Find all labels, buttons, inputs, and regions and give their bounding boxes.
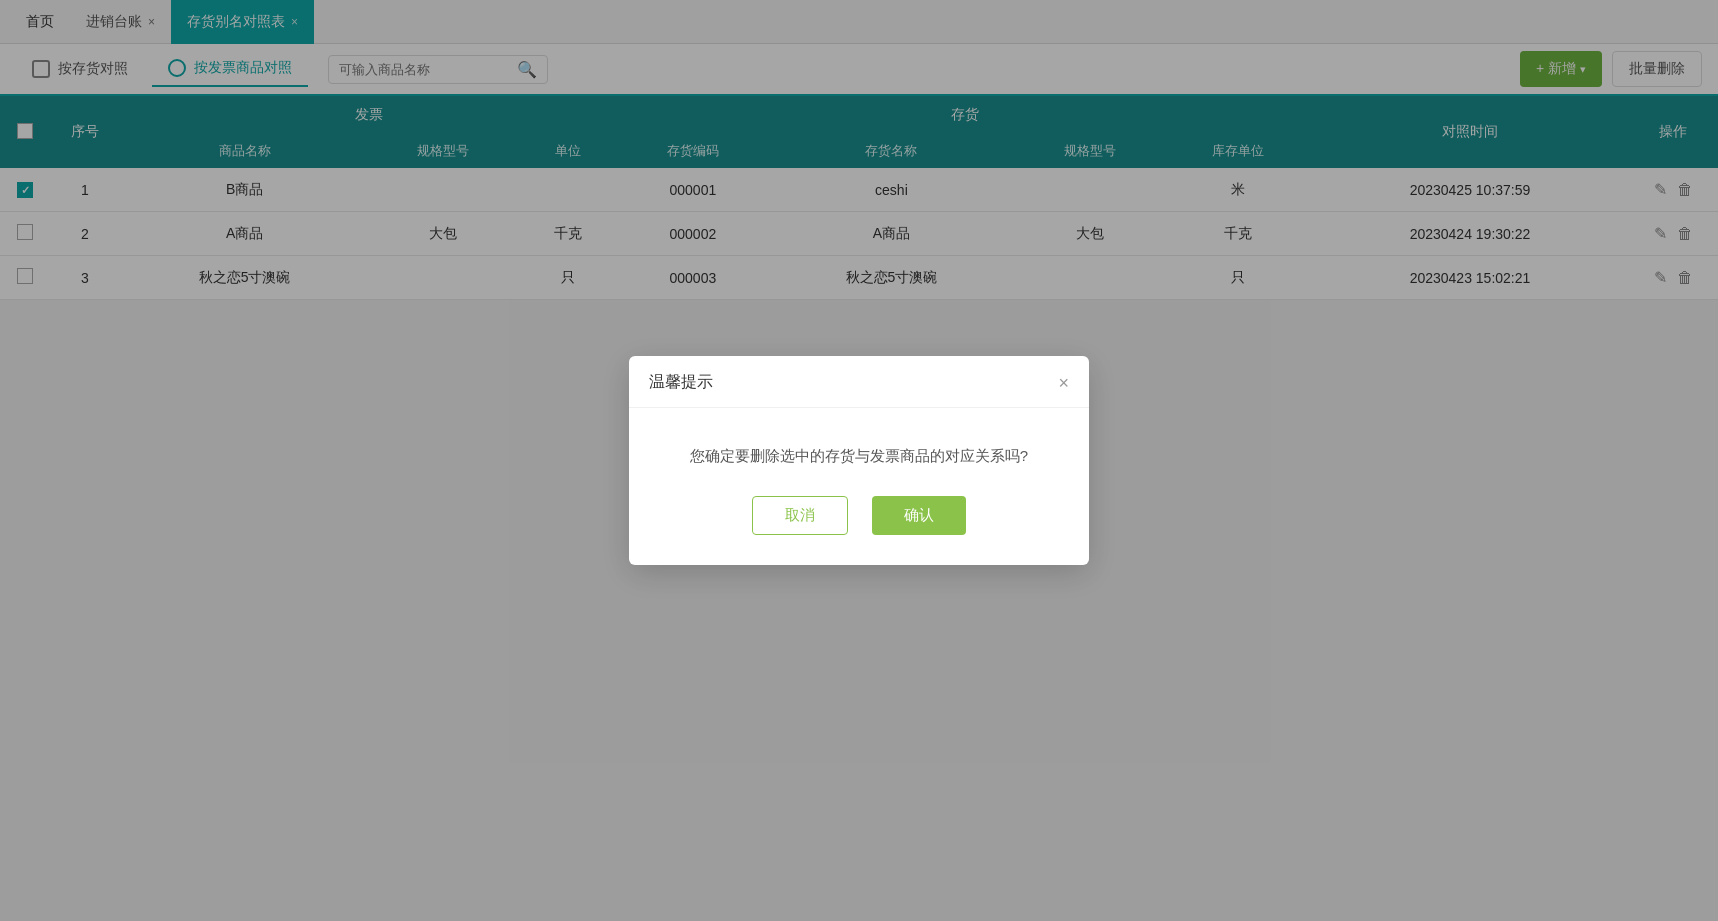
btn-confirm[interactable]: 确认: [872, 496, 966, 535]
dialog-header: 温馨提示 ×: [629, 356, 1089, 408]
dialog-body: 您确定要删除选中的存货与发票商品的对应关系吗?: [629, 408, 1089, 496]
btn-cancel[interactable]: 取消: [752, 496, 848, 535]
dialog: 温馨提示 × 您确定要删除选中的存货与发票商品的对应关系吗? 取消 确认: [629, 356, 1089, 565]
btn-cancel-label: 取消: [785, 506, 815, 523]
dialog-footer: 取消 确认: [629, 496, 1089, 565]
btn-confirm-label: 确认: [904, 506, 934, 523]
dialog-title: 温馨提示: [649, 372, 713, 393]
dialog-close-button[interactable]: ×: [1058, 374, 1069, 392]
dialog-message: 您确定要删除选中的存货与发票商品的对应关系吗?: [690, 447, 1028, 464]
modal-overlay: 温馨提示 × 您确定要删除选中的存货与发票商品的对应关系吗? 取消 确认: [0, 0, 1718, 921]
